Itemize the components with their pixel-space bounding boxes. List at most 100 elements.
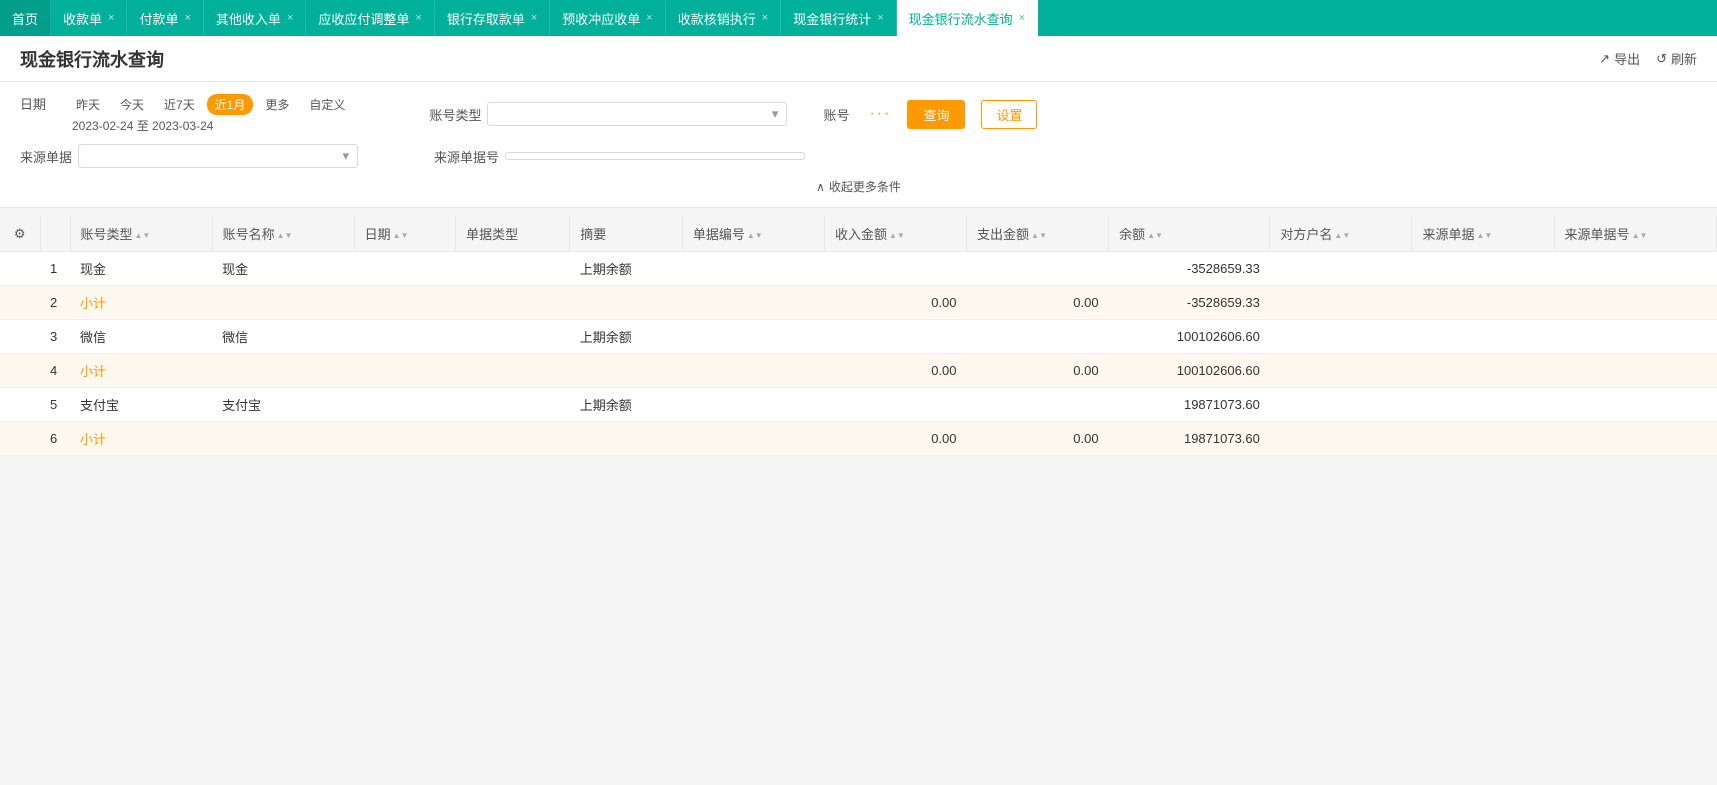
sort-icon-balance: ▲▼	[1147, 231, 1163, 240]
sort-icon-docNo: ▲▼	[747, 231, 763, 240]
row-index: 4	[40, 354, 70, 388]
row-source-doc-no	[1554, 252, 1716, 286]
table-row[interactable]: 5支付宝支付宝上期余额19871073.60	[0, 388, 1717, 422]
row-account-name	[212, 354, 354, 388]
source-doc-no-filter: 来源单据号	[434, 147, 805, 166]
col-sourceDocNo[interactable]: 来源单据号▲▼	[1554, 216, 1716, 252]
row-gear	[0, 388, 40, 422]
date-option-more[interactable]: 更多	[257, 94, 297, 115]
row-account-name: 支付宝	[212, 388, 354, 422]
row-gear	[0, 422, 40, 456]
data-table: ⚙账号类型▲▼账号名称▲▼日期▲▼单据类型摘要单据编号▲▼收入金额▲▼支出金额▲…	[0, 216, 1717, 456]
row-doc-type	[456, 388, 570, 422]
row-summary	[570, 354, 683, 388]
nav-tab-ar-adjust[interactable]: 应收应付调整单×	[306, 0, 434, 36]
col-index	[40, 216, 70, 252]
nav-tab-close-receipt[interactable]: ×	[108, 12, 114, 24]
row-doc-no	[682, 252, 824, 286]
nav-tab-cash-bank-flow[interactable]: 现金银行流水查询×	[897, 0, 1038, 36]
date-option-custom[interactable]: 自定义	[301, 94, 353, 115]
nav-tab-other-income[interactable]: 其他收入单×	[204, 0, 306, 36]
row-doc-type	[456, 286, 570, 320]
nav-tab-cash-bank-stat[interactable]: 现金银行统计×	[781, 0, 896, 36]
export-button[interactable]: ↗ 导出	[1599, 49, 1640, 68]
source-doc-select[interactable]: ▾	[78, 144, 358, 168]
col-accountName[interactable]: 账号名称▲▼	[212, 216, 354, 252]
page-header: 现金银行流水查询 ↗ 导出 ↺ 刷新	[0, 36, 1717, 82]
sort-icon-date: ▲▼	[393, 231, 409, 240]
row-doc-type	[456, 354, 570, 388]
row-date	[354, 286, 455, 320]
settings-button[interactable]: 设置	[981, 100, 1037, 129]
nav-tab-close-bank-deposit[interactable]: ×	[531, 12, 537, 24]
date-label: 日期	[20, 94, 60, 113]
col-income[interactable]: 收入金额▲▼	[824, 216, 966, 252]
account-filter: 账号 ···	[823, 105, 891, 124]
row-doc-no	[682, 354, 824, 388]
collapse-bar[interactable]: ∧ 收起更多条件	[20, 178, 1697, 195]
nav-tab-close-other-income[interactable]: ×	[287, 12, 293, 24]
nav-tab-close-payment[interactable]: ×	[184, 12, 190, 24]
row-source-doc	[1412, 388, 1554, 422]
table-row[interactable]: 3微信微信上期余额100102606.60	[0, 320, 1717, 354]
row-balance: 100102606.60	[1109, 320, 1270, 354]
row-income: 0.00	[824, 422, 966, 456]
row-account-type: 小计	[70, 422, 212, 456]
row-account-name	[212, 422, 354, 456]
row-source-doc-no	[1554, 422, 1716, 456]
source-doc-no-input[interactable]	[505, 152, 805, 160]
date-option-1month[interactable]: 近1月	[207, 94, 254, 115]
date-options: 昨天今天近7天近1月更多自定义	[68, 94, 353, 115]
nav-tab-bank-deposit[interactable]: 银行存取款单×	[435, 0, 550, 36]
nav-tab-home[interactable]: 首页	[0, 0, 51, 36]
table-row[interactable]: 1现金现金上期余额-3528659.33	[0, 252, 1717, 286]
row-expense	[967, 320, 1109, 354]
date-range: 2023-02-24 至 2023-03-24	[72, 117, 353, 134]
nav-tab-collect-verify[interactable]: 收款核销执行×	[666, 0, 781, 36]
col-counterpart[interactable]: 对方户名▲▼	[1270, 216, 1412, 252]
filter-row-1: 日期 昨天今天近7天近1月更多自定义 2023-02-24 至 2023-03-…	[20, 94, 1697, 134]
col-sourceDoc[interactable]: 来源单据▲▼	[1412, 216, 1554, 252]
nav-tab-close-cash-bank-flow[interactable]: ×	[1019, 12, 1025, 24]
nav-tab-advance-offset[interactable]: 预收冲应收单×	[550, 0, 665, 36]
account-type-select[interactable]: ▾	[487, 102, 787, 126]
col-accountType[interactable]: 账号类型▲▼	[70, 216, 212, 252]
query-button[interactable]: 查询	[907, 100, 965, 129]
row-source-doc	[1412, 320, 1554, 354]
row-doc-type	[456, 422, 570, 456]
row-counterpart	[1270, 388, 1412, 422]
col-gear[interactable]: ⚙	[0, 216, 40, 252]
nav-tab-close-cash-bank-stat[interactable]: ×	[877, 12, 883, 24]
source-doc-no-label: 来源单据号	[434, 147, 499, 166]
col-balance[interactable]: 余额▲▼	[1109, 216, 1270, 252]
nav-tab-close-collect-verify[interactable]: ×	[762, 12, 768, 24]
row-summary	[570, 422, 683, 456]
row-expense	[967, 388, 1109, 422]
refresh-button[interactable]: ↺ 刷新	[1656, 49, 1697, 68]
row-source-doc-no	[1554, 354, 1716, 388]
col-expense[interactable]: 支出金额▲▼	[967, 216, 1109, 252]
nav-tab-close-ar-adjust[interactable]: ×	[415, 12, 421, 24]
nav-tab-close-advance-offset[interactable]: ×	[646, 12, 652, 24]
top-navigation: 首页收款单×付款单×其他收入单×应收应付调整单×银行存取款单×预收冲应收单×收款…	[0, 0, 1717, 36]
nav-tab-receipt[interactable]: 收款单×	[51, 0, 127, 36]
row-index: 2	[40, 286, 70, 320]
col-date[interactable]: 日期▲▼	[354, 216, 455, 252]
row-source-doc-no	[1554, 286, 1716, 320]
table-row[interactable]: 6小计0.000.0019871073.60	[0, 422, 1717, 456]
table-row[interactable]: 2小计0.000.00-3528659.33	[0, 286, 1717, 320]
row-income	[824, 388, 966, 422]
date-option-yesterday[interactable]: 昨天	[68, 94, 108, 115]
row-account-name: 现金	[212, 252, 354, 286]
row-expense: 0.00	[967, 422, 1109, 456]
col-docNo[interactable]: 单据编号▲▼	[682, 216, 824, 252]
table-header: ⚙账号类型▲▼账号名称▲▼日期▲▼单据类型摘要单据编号▲▼收入金额▲▼支出金额▲…	[0, 216, 1717, 252]
row-index: 1	[40, 252, 70, 286]
source-doc-chevron: ▾	[342, 148, 349, 164]
row-gear	[0, 354, 40, 388]
date-option-7days[interactable]: 近7天	[156, 94, 203, 115]
nav-tab-payment[interactable]: 付款单×	[127, 0, 203, 36]
table-row[interactable]: 4小计0.000.00100102606.60	[0, 354, 1717, 388]
date-option-today[interactable]: 今天	[112, 94, 152, 115]
account-dots-button[interactable]: ···	[869, 105, 891, 123]
